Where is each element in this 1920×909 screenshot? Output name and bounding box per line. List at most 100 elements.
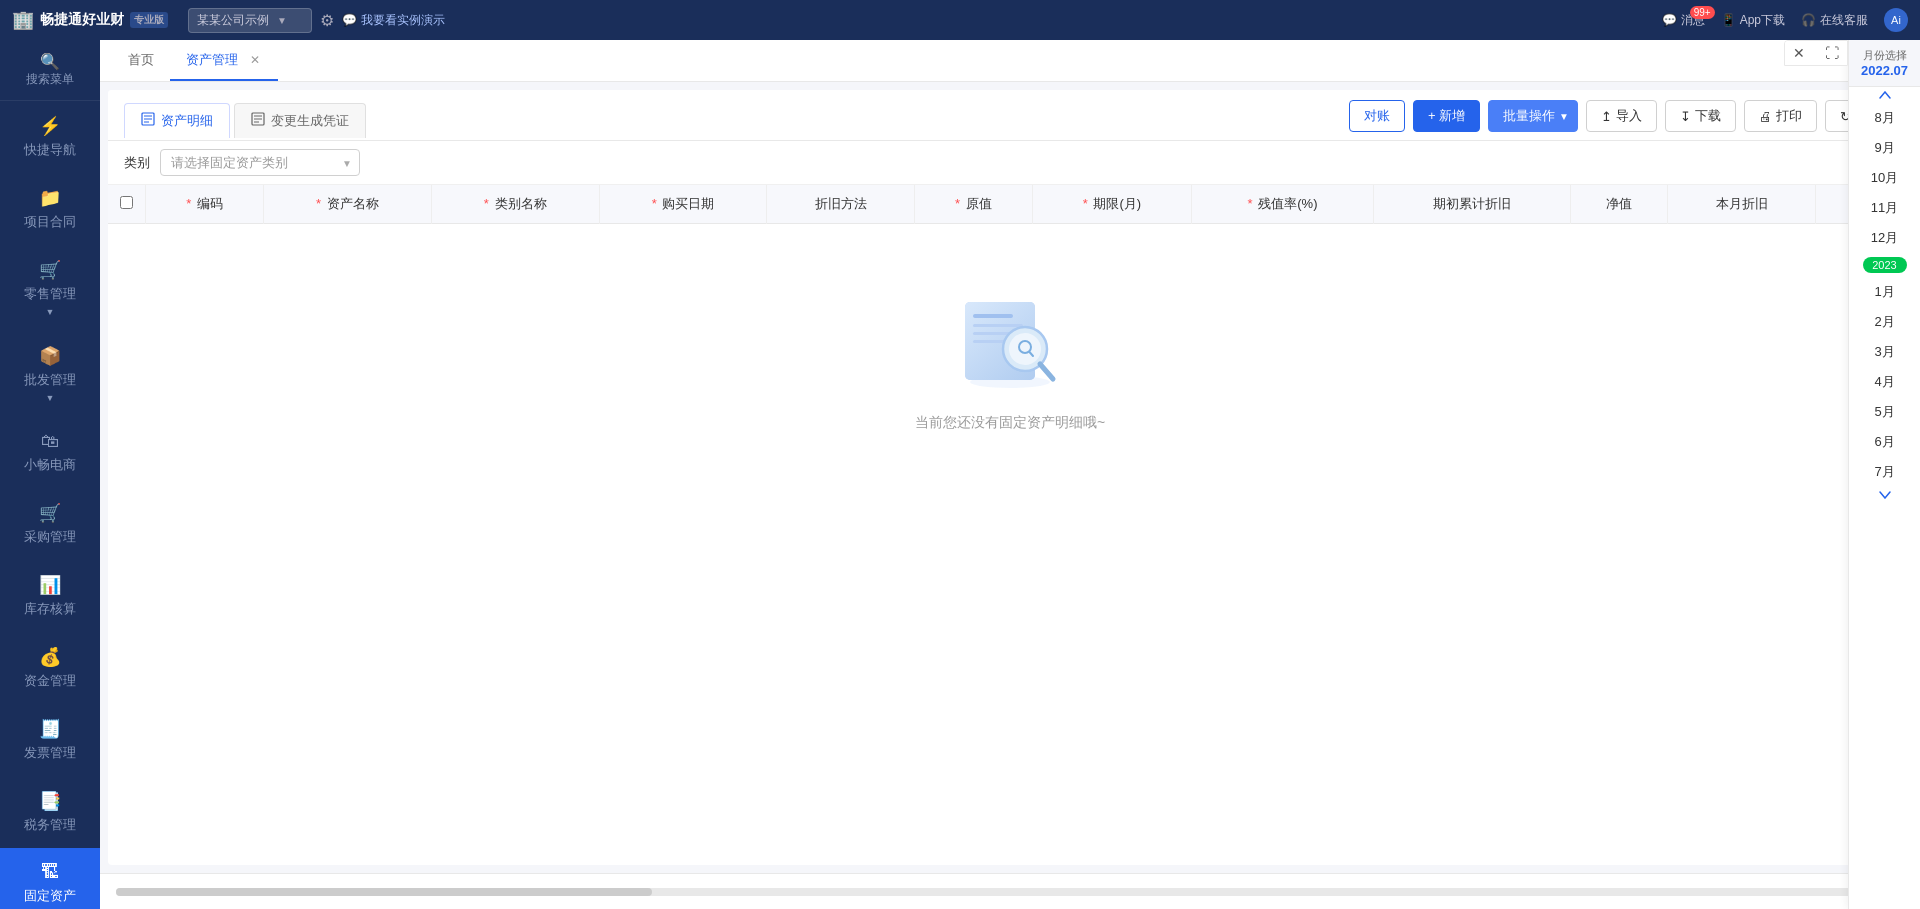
sidebar-label-retail: 零售管理 — [24, 285, 76, 303]
add-label: + 新增 — [1428, 107, 1465, 125]
sidebar-item-project[interactable]: 📁 项目合同 — [0, 173, 100, 245]
month-item-7[interactable]: 7月 — [1849, 457, 1920, 487]
panel-close-button[interactable]: ✕ — [1785, 41, 1813, 65]
panel-expand-button[interactable]: ⛶ — [1817, 41, 1847, 65]
online-service-button[interactable]: 🎧 在线客服 — [1801, 12, 1868, 29]
sidebar-label-batch: 批发管理 — [24, 371, 76, 389]
tab-home-label: 首页 — [128, 51, 154, 69]
category-filter-select[interactable]: 请选择固定资产类别 — [160, 149, 360, 176]
message-badge: 99+ — [1690, 6, 1715, 19]
reconcile-label: 对账 — [1364, 107, 1390, 125]
col-code: * 编码 — [146, 185, 264, 224]
batch-icon: 📦 — [39, 345, 61, 367]
ecom-icon: 🛍 — [41, 431, 59, 452]
message-button[interactable]: 💬 消息 99+ — [1662, 12, 1705, 29]
col-name: * 资产名称 — [264, 185, 432, 224]
sidebar-item-purchase[interactable]: 🛒 采购管理 — [0, 488, 100, 560]
svg-line-17 — [1040, 364, 1053, 379]
import-button[interactable]: ↥ 导入 — [1586, 100, 1657, 132]
svg-rect-11 — [973, 314, 1013, 318]
sidebar-search[interactable]: 🔍 搜索菜单 — [0, 40, 100, 101]
month-panel-header: 月份选择 2022.07 — [1849, 40, 1920, 87]
table-wrap[interactable]: * 编码 * 资产名称 * 类别名称 — [108, 185, 1912, 865]
sidebar-item-stock[interactable]: 📊 库存核算 — [0, 560, 100, 632]
batch-button[interactable]: 批量操作 ▼ — [1488, 100, 1578, 132]
tax-icon: 📑 — [39, 790, 61, 812]
select-all-checkbox[interactable] — [120, 196, 133, 209]
sidebar-label-tax: 税务管理 — [24, 816, 76, 834]
download-button[interactable]: ↧ 下载 — [1665, 100, 1736, 132]
fund-icon: 💰 — [39, 646, 61, 668]
month-item-5[interactable]: 5月 — [1849, 397, 1920, 427]
sidebar-item-retail[interactable]: 🛒 零售管理 ▼ — [0, 245, 100, 331]
top-bar-mid: 某某公司示例 ▼ ⚙ 💬 我要看实例演示 — [188, 8, 1662, 33]
sidebar-label-ecom: 小畅电商 — [24, 456, 76, 474]
filter-row: 类别 请选择固定资产类别 — [108, 141, 1912, 185]
search-label: 搜索菜单 — [0, 71, 100, 88]
sidebar-item-fund[interactable]: 💰 资金管理 — [0, 632, 100, 704]
month-item-9[interactable]: 9月 — [1849, 133, 1920, 163]
sidebar-item-tax[interactable]: 📑 税务管理 — [0, 776, 100, 848]
col-depreciation-method: 折旧方法 — [767, 185, 914, 224]
scrollbar-thumb[interactable] — [116, 888, 652, 896]
sidebar-label-stock: 库存核算 — [24, 600, 76, 618]
stock-icon: 📊 — [39, 574, 61, 596]
tab-home[interactable]: 首页 — [112, 40, 170, 81]
month-item-4[interactable]: 4月 — [1849, 367, 1920, 397]
month-item-1[interactable]: 1月 — [1849, 277, 1920, 307]
category-filter-wrap: 请选择固定资产类别 — [160, 149, 360, 176]
sidebar-item-ecom[interactable]: 🛍 小畅电商 — [0, 417, 100, 488]
batch-label: 批量操作 — [1503, 107, 1555, 125]
add-button[interactable]: + 新增 — [1413, 100, 1480, 132]
chevron-down-icon: ▼ — [1559, 111, 1569, 122]
message-icon: 💬 — [1662, 13, 1677, 27]
retail-icon: 🛒 — [39, 259, 61, 281]
tab-assets[interactable]: 资产管理 ✕ — [170, 40, 278, 81]
horizontal-scrollbar[interactable] — [116, 888, 1904, 896]
month-item-11[interactable]: 11月 — [1849, 193, 1920, 223]
month-nav-up[interactable] — [1849, 87, 1920, 103]
table-header-row: * 编码 * 资产名称 * 类别名称 — [108, 185, 1912, 224]
sub-tab-detail[interactable]: 资产明细 — [124, 103, 230, 138]
company-name: 某某公司示例 — [197, 12, 269, 29]
demo-text: 我要看实例演示 — [361, 12, 445, 29]
company-selector[interactable]: 某某公司示例 ▼ — [188, 8, 312, 33]
user-profile[interactable]: Ai — [1884, 8, 1908, 32]
voucher-tab-icon — [251, 112, 265, 129]
month-nav-down[interactable] — [1849, 487, 1920, 503]
month-item-2[interactable]: 2月 — [1849, 307, 1920, 337]
col-accumulated-dep: 期初累计折旧 — [1373, 185, 1570, 224]
top-bar-right: 💬 消息 99+ 📱 App下载 🎧 在线客服 Ai — [1662, 8, 1908, 32]
month-item-12[interactable]: 12月 — [1849, 223, 1920, 253]
sidebar-item-quicknav[interactable]: ⚡ 快捷导航 — [0, 101, 100, 173]
print-button[interactable]: 🖨 打印 — [1744, 100, 1817, 132]
online-service-label: 在线客服 — [1820, 12, 1868, 29]
content-area: 首页 资产管理 ✕ — [100, 40, 1920, 909]
month-item-10[interactable]: 10月 — [1849, 163, 1920, 193]
month-item-3[interactable]: 3月 — [1849, 337, 1920, 367]
demo-link[interactable]: 💬 我要看实例演示 — [342, 12, 445, 29]
month-item-8[interactable]: 8月 — [1849, 103, 1920, 133]
sidebar-item-invoice[interactable]: 🧾 发票管理 — [0, 704, 100, 776]
col-period: * 期限(月) — [1032, 185, 1192, 224]
version-badge: 专业版 — [130, 12, 168, 28]
tab-bar: 首页 资产管理 ✕ — [100, 40, 1920, 82]
detail-tab-icon — [141, 112, 155, 129]
col-monthly-dep: 本月折旧 — [1668, 185, 1815, 224]
empty-illustration — [945, 284, 1075, 394]
month-panel: ✕ ⛶ 月份选择 2022.07 8月 9月 10月 11月 12月 2023 … — [1848, 40, 1920, 909]
sub-tab-voucher[interactable]: 变更生成凭证 — [234, 103, 366, 138]
tab-close-button[interactable]: ✕ — [248, 53, 262, 67]
search-icon: 🔍 — [0, 52, 100, 71]
page-content: 资产明细 变更生成凭证 对 — [108, 90, 1912, 865]
sidebar-label-invoice: 发票管理 — [24, 744, 76, 762]
sidebar-item-assets[interactable]: 🏗 固定资产 — [0, 848, 100, 909]
reconcile-button[interactable]: 对账 — [1349, 100, 1405, 132]
select-all-header[interactable] — [108, 185, 146, 224]
month-item-6[interactable]: 6月 — [1849, 427, 1920, 457]
sidebar-item-batch[interactable]: 📦 批发管理 ▼ — [0, 331, 100, 417]
settings-icon[interactable]: ⚙ — [320, 11, 334, 30]
project-icon: 📁 — [39, 187, 61, 209]
purchase-icon: 🛒 — [39, 502, 61, 524]
app-download-button[interactable]: 📱 App下载 — [1721, 12, 1785, 29]
